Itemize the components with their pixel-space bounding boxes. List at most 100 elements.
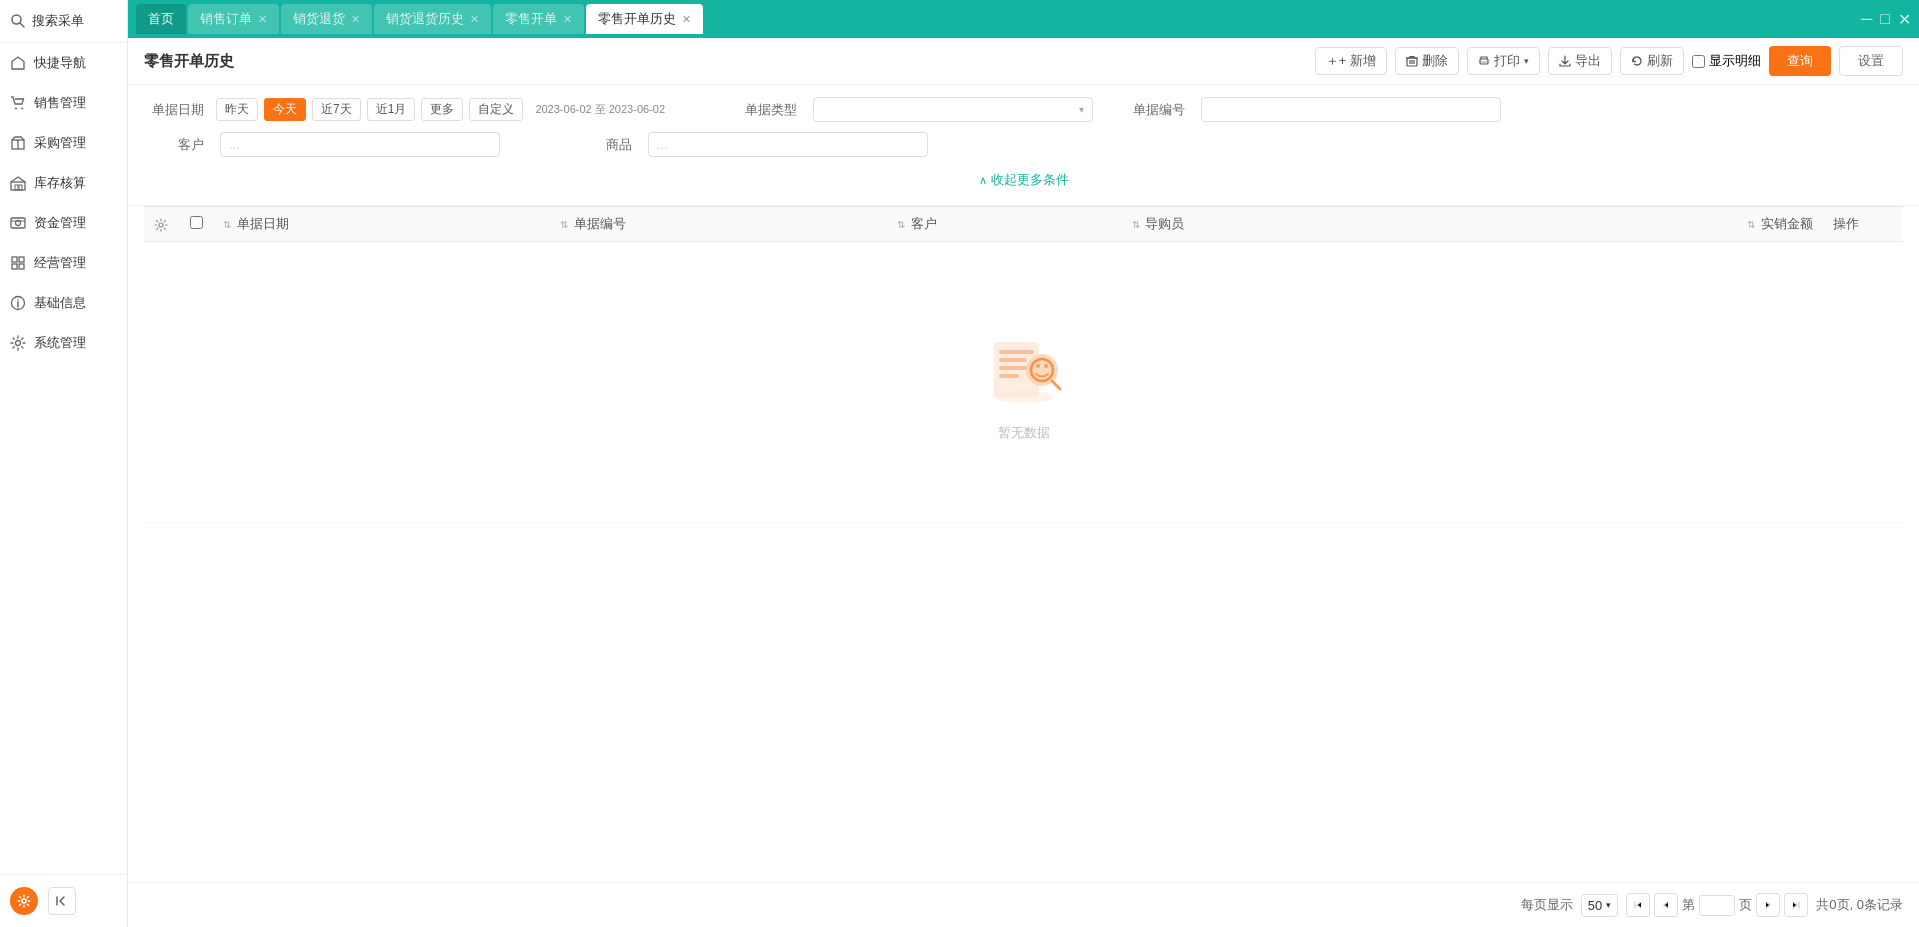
- close-tab-icon[interactable]: ✕: [563, 13, 572, 26]
- svg-rect-28: [1481, 61, 1487, 63]
- th-date-label: 单据日期: [237, 216, 289, 231]
- display-detail-checkbox[interactable]: [1692, 55, 1705, 68]
- close-tab-icon[interactable]: ✕: [682, 13, 691, 26]
- close-window-icon[interactable]: ✕: [1898, 10, 1911, 29]
- tab-sales-return[interactable]: 销货退货 ✕: [281, 4, 372, 34]
- tab-retail-open-label: 零售开单: [505, 10, 557, 28]
- filter-area: 单据日期 昨天 今天 近7天 近1月 更多 自定义 2023-06-02 至 2…: [128, 85, 1919, 206]
- filter-row-2: 客户 ... 商品 ...: [144, 132, 1903, 157]
- print-button[interactable]: 打印 ▾: [1467, 47, 1540, 75]
- sidebar-item-quick-nav[interactable]: 快捷导航: [0, 43, 127, 83]
- date-btn-today[interactable]: 今天: [264, 98, 306, 121]
- sidebar-item-sys-mgmt[interactable]: 系统管理: [0, 323, 127, 363]
- refresh-button[interactable]: 刷新: [1620, 47, 1684, 75]
- select-all-checkbox[interactable]: [190, 216, 203, 229]
- svg-rect-8: [19, 185, 22, 190]
- svg-rect-12: [12, 257, 17, 262]
- sidebar-item-label: 快捷导航: [34, 54, 86, 72]
- sidebar-item-sales-mgmt[interactable]: 销售管理: [0, 83, 127, 123]
- settings-button[interactable]: 设置: [1839, 46, 1903, 76]
- th-number[interactable]: ⇅ 单据编号: [550, 207, 887, 242]
- new-button-label: + 新增: [1339, 52, 1376, 70]
- sidebar-item-operations[interactable]: 经营管理: [0, 243, 127, 283]
- query-button[interactable]: 查询: [1769, 46, 1831, 76]
- doc-type-placeholder: [822, 102, 826, 117]
- tab-retail-open[interactable]: 零售开单 ✕: [493, 4, 584, 34]
- svg-rect-7: [15, 185, 18, 190]
- svg-rect-15: [19, 264, 24, 269]
- toolbar: 零售开单历史 ＋ + 新增 删除: [128, 38, 1919, 85]
- first-page-button[interactable]: [1626, 893, 1650, 917]
- product-placeholder: ...: [657, 137, 668, 152]
- maximize-icon[interactable]: □: [1880, 10, 1890, 28]
- customer-select[interactable]: ...: [220, 132, 500, 157]
- sort-icon: ⇅: [223, 219, 231, 230]
- tab-sales-order[interactable]: 销售订单 ✕: [188, 4, 279, 34]
- last-page-button[interactable]: [1784, 893, 1808, 917]
- collapse-sidebar-button[interactable]: [48, 887, 76, 915]
- th-amount[interactable]: ⇅ 实销金额: [1486, 207, 1823, 242]
- first-page-icon: [1633, 900, 1643, 910]
- doc-number-input[interactable]: [1201, 97, 1501, 122]
- sidebar-item-inventory[interactable]: 库存核算: [0, 163, 127, 203]
- page-info-prefix: 第: [1682, 896, 1695, 914]
- date-btn-7days[interactable]: 近7天: [312, 98, 361, 121]
- th-guide[interactable]: ⇅ 导购员: [1122, 207, 1408, 242]
- sidebar-item-label: 基础信息: [34, 294, 86, 312]
- close-tab-icon[interactable]: ✕: [470, 13, 479, 26]
- display-detail-toggle[interactable]: 显示明细: [1692, 52, 1761, 70]
- date-btn-yesterday[interactable]: 昨天: [216, 98, 258, 121]
- th-customer[interactable]: ⇅ 客户: [887, 207, 1122, 242]
- sidebar-search[interactable]: 搜索采单: [0, 0, 127, 43]
- finance-icon: [10, 215, 26, 231]
- close-tab-icon[interactable]: ✕: [258, 13, 267, 26]
- sidebar-item-basic-info[interactable]: 基础信息: [0, 283, 127, 323]
- sidebar-item-label: 资金管理: [34, 214, 86, 232]
- settings-icon: [154, 218, 168, 232]
- th-date[interactable]: ⇅ 单据日期: [213, 207, 550, 242]
- display-detail-label: 显示明细: [1709, 52, 1761, 70]
- collapse-more-conditions[interactable]: ∧ 收起更多条件: [144, 167, 1903, 193]
- th-customer-label: 客户: [911, 216, 937, 231]
- sort-icon: ⇅: [897, 219, 905, 230]
- sidebar-search-label: 搜索采单: [32, 12, 84, 30]
- info-icon: [10, 295, 26, 311]
- date-btn-1month[interactable]: 近1月: [367, 98, 416, 121]
- date-options-group: 昨天 今天 近7天 近1月 更多 自定义: [216, 98, 523, 121]
- export-button[interactable]: 导出: [1548, 47, 1612, 75]
- print-button-label: 打印: [1494, 52, 1520, 70]
- new-button[interactable]: ＋ + 新增: [1315, 47, 1387, 75]
- th-checkbox[interactable]: [180, 207, 213, 242]
- doc-type-select[interactable]: ▾: [813, 97, 1093, 122]
- close-tab-icon[interactable]: ✕: [351, 13, 360, 26]
- page-number-input[interactable]: 1: [1699, 895, 1735, 916]
- product-select[interactable]: ...: [648, 132, 928, 157]
- refresh-icon: [1631, 55, 1643, 67]
- minimize-icon[interactable]: ─: [1861, 10, 1872, 28]
- chevron-up-icon: ∧: [979, 174, 987, 187]
- empty-state: 暂无数据: [144, 242, 1903, 522]
- cart-icon: [10, 95, 26, 111]
- date-btn-more[interactable]: 更多: [421, 98, 463, 121]
- delete-button[interactable]: 删除: [1395, 47, 1459, 75]
- tab-home[interactable]: 首页: [136, 4, 186, 34]
- gear-button[interactable]: [10, 887, 38, 915]
- per-page-select[interactable]: 50 ▾: [1581, 894, 1618, 917]
- next-page-button[interactable]: [1756, 893, 1780, 917]
- prev-page-button[interactable]: [1654, 893, 1678, 917]
- tab-retail-open-history[interactable]: 零售开单历史 ✕: [586, 4, 703, 34]
- svg-point-19: [16, 341, 21, 346]
- svg-line-1: [20, 23, 24, 27]
- last-page-icon: [1791, 900, 1801, 910]
- data-table: ⇅ 单据日期 ⇅ 单据编号 ⇅ 客户 ⇅ 导购员: [144, 206, 1903, 523]
- tabs-bar: 首页 销售订单 ✕ 销货退货 ✕ 销货退货历史 ✕ 零售开单 ✕ 零售开单历史 …: [128, 0, 1919, 38]
- date-btn-custom[interactable]: 自定义: [469, 98, 523, 121]
- svg-rect-35: [999, 374, 1019, 378]
- th-number-label: 单据编号: [574, 216, 626, 231]
- th-settings[interactable]: [144, 207, 180, 242]
- tab-sales-return-history[interactable]: 销货退货历史 ✕: [374, 4, 491, 34]
- collapse-more-label: 收起更多条件: [991, 171, 1069, 189]
- sidebar-item-purchase-mgmt[interactable]: 采购管理: [0, 123, 127, 163]
- pagination-bar: 每页显示 50 ▾ 第 1 页: [128, 882, 1919, 927]
- sidebar-item-finance[interactable]: 资金管理: [0, 203, 127, 243]
